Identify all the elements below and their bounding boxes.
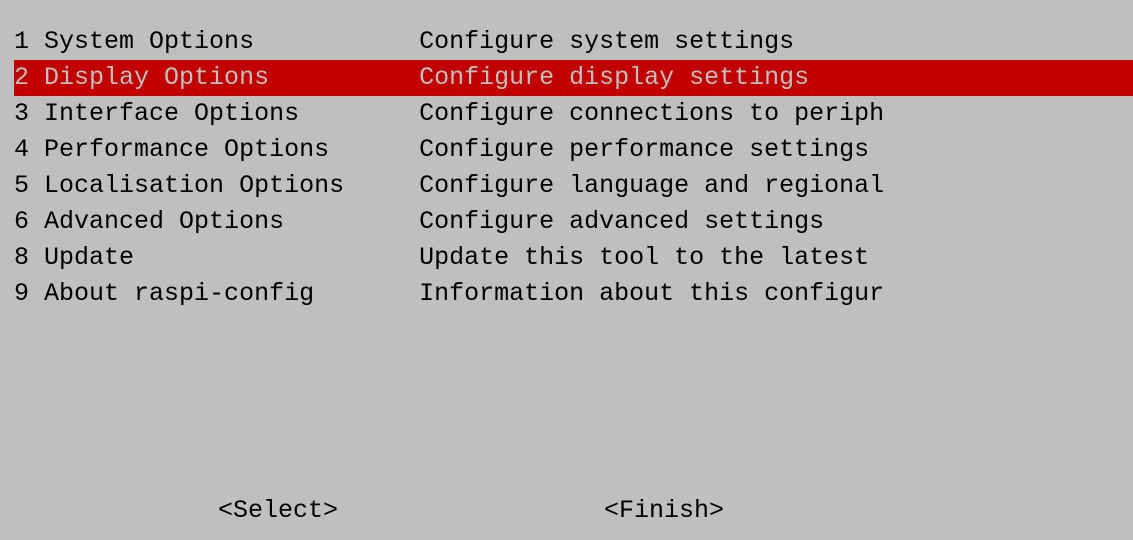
menu-item-desc: Update this tool to the latest — [419, 243, 869, 272]
menu-item[interactable]: 8 Update Update this tool to the latest — [14, 240, 1133, 276]
menu-item-number: 1 — [14, 27, 29, 56]
menu-item-desc: Configure connections to periph — [419, 99, 884, 128]
main-menu: 1 System Options Configure system settin… — [14, 24, 1133, 312]
menu-item[interactable]: 3 Interface Options Configure connection… — [14, 96, 1133, 132]
menu-item-number: 5 — [14, 171, 29, 200]
menu-item-number: 8 — [14, 243, 29, 272]
finish-button[interactable]: <Finish> — [604, 496, 724, 525]
menu-item-label: Localisation Options — [44, 171, 344, 200]
menu-item-label: Advanced Options — [44, 207, 284, 236]
menu-item[interactable]: 4 Performance Options Configure performa… — [14, 132, 1133, 168]
menu-item-label: Interface Options — [44, 99, 299, 128]
menu-item-desc: Configure language and regional — [419, 171, 884, 200]
menu-item-desc: Information about this configur — [419, 279, 884, 308]
menu-item-label: Display Options — [44, 63, 269, 92]
menu-item[interactable]: 5 Localisation Options Configure languag… — [14, 168, 1133, 204]
menu-item-desc: Configure display settings — [419, 63, 809, 92]
menu-item[interactable]: 2 Display Options Configure display sett… — [14, 60, 1133, 96]
menu-item[interactable]: 9 About raspi-config Information about t… — [14, 276, 1133, 312]
menu-item-number: 4 — [14, 135, 29, 164]
menu-item[interactable]: 1 System Options Configure system settin… — [14, 24, 1133, 60]
menu-item-label: Update — [44, 243, 134, 272]
select-button[interactable]: <Select> — [218, 496, 338, 525]
menu-item-number: 9 — [14, 279, 29, 308]
menu-item-number: 3 — [14, 99, 29, 128]
menu-item-desc: Configure system settings — [419, 27, 794, 56]
menu-item-number: 2 — [14, 63, 29, 92]
button-bar: <Select> <Finish> — [0, 496, 1133, 525]
menu-item-number: 6 — [14, 207, 29, 236]
menu-item-desc: Configure advanced settings — [419, 207, 824, 236]
menu-item[interactable]: 6 Advanced Options Configure advanced se… — [14, 204, 1133, 240]
menu-item-label: Performance Options — [44, 135, 329, 164]
menu-item-label: System Options — [44, 27, 254, 56]
menu-item-label: About raspi-config — [44, 279, 314, 308]
menu-item-desc: Configure performance settings — [419, 135, 869, 164]
